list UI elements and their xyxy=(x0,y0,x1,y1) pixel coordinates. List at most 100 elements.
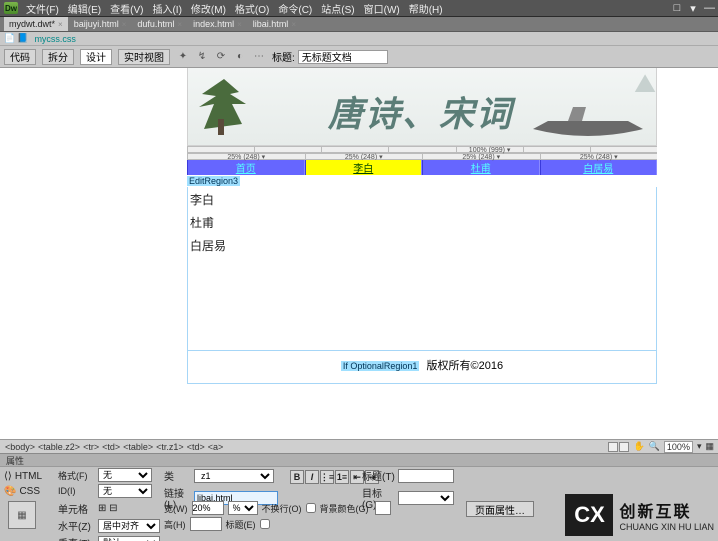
zoom-value[interactable]: 100% xyxy=(664,441,693,453)
nav-icon[interactable]: ↯ xyxy=(195,51,209,62)
title-right: □ ▾ — xyxy=(672,2,714,15)
menu-modify[interactable]: 修改(M) xyxy=(191,1,226,16)
target-select[interactable] xyxy=(398,491,454,505)
toolbar-icons: ✦ ↯ ⟳ ◐ ⋯ xyxy=(176,51,266,62)
doc-title-field: 标题: xyxy=(272,49,388,64)
source-icon[interactable]: 📄 xyxy=(4,33,15,44)
view-code-button[interactable]: 代码 xyxy=(4,49,36,65)
nav-baijuyi[interactable]: 白居易 xyxy=(540,160,658,175)
bg-label: 背景颜色(G) xyxy=(320,502,369,515)
linked-file[interactable]: mycss.css xyxy=(34,34,76,44)
menu-insert[interactable]: 插入(I) xyxy=(152,1,181,16)
zoom-icon[interactable]: 🔍 xyxy=(649,441,660,452)
col-ruler: 25% (248) ▾25% (248) ▾25% (248) ▾25% (24… xyxy=(187,153,657,160)
properties-title[interactable]: 属性 xyxy=(0,454,718,467)
top-ruler: 100% (999) ▾ xyxy=(187,146,657,153)
nowrap-label: 不换行(O) xyxy=(262,502,302,515)
menu-help[interactable]: 帮助(H) xyxy=(409,1,443,16)
mode-css[interactable]: 🎨 CSS xyxy=(4,484,52,499)
cx-badge: CX xyxy=(565,494,613,536)
menu-view[interactable]: 查看(V) xyxy=(110,1,143,16)
bold-button[interactable]: B xyxy=(290,470,304,484)
vert-label: 垂直(T) xyxy=(58,535,94,541)
view-design-button[interactable]: 设计 xyxy=(80,49,112,65)
doc-tab-index[interactable]: index.html× xyxy=(188,17,247,31)
dw-logo: Dw xyxy=(4,2,18,14)
nowrap-checkbox[interactable] xyxy=(306,503,316,513)
close-icon[interactable]: × xyxy=(122,20,127,29)
ul-button[interactable]: ⋮≡ xyxy=(320,470,334,484)
linked-files-bar: 📄 📘 mycss.css xyxy=(0,32,718,46)
boat-graphic xyxy=(528,101,648,141)
width-input[interactable] xyxy=(192,501,224,515)
close-icon[interactable]: × xyxy=(177,20,182,29)
editable-region[interactable]: 李白 杜甫 白居易 xyxy=(187,187,657,351)
horz-select[interactable]: 居中对齐 xyxy=(98,519,160,533)
dropdown-icon[interactable]: ▾ xyxy=(697,441,702,452)
refresh-icon[interactable]: ⟳ xyxy=(214,51,228,62)
menu-format[interactable]: 格式(O) xyxy=(235,1,269,16)
select-tool[interactable] xyxy=(608,442,629,452)
menu-window[interactable]: 窗口(W) xyxy=(364,1,400,16)
menu-site[interactable]: 站点(S) xyxy=(321,1,354,16)
vert-select[interactable]: 默认 xyxy=(98,536,160,541)
mountain-graphic: ⛰ xyxy=(634,68,656,100)
width-unit[interactable]: % xyxy=(228,501,258,515)
doc-tab-dufu[interactable]: dufu.html× xyxy=(132,17,187,31)
doc-toolbar: 代码 拆分 设计 实时视图 ✦ ↯ ⟳ ◐ ⋯ 标题: xyxy=(0,46,718,68)
inspect-icon[interactable]: ✦ xyxy=(176,51,190,62)
minimize-icon[interactable]: — xyxy=(704,2,714,15)
height-input[interactable] xyxy=(190,517,222,531)
split-icon[interactable]: ⊟ xyxy=(109,503,117,514)
width-label: 宽(W) xyxy=(164,502,188,515)
tree-graphic xyxy=(194,74,274,136)
header-checkbox[interactable] xyxy=(260,519,270,529)
banner: 唐诗、宋词 ⛰ xyxy=(187,68,657,146)
design-canvas[interactable]: 唐诗、宋词 ⛰ 100% (999) ▾ 25% (248) ▾25% (248… xyxy=(0,68,718,436)
nav-dufu[interactable]: 杜甫 xyxy=(422,160,540,175)
menu-edit[interactable]: 编辑(E) xyxy=(68,1,101,16)
menu-file[interactable]: 文件(F) xyxy=(26,1,59,16)
layout-switcher-icon[interactable]: □ xyxy=(672,2,682,15)
bg-color-swatch[interactable] xyxy=(375,501,391,515)
view-live-button[interactable]: 实时视图 xyxy=(118,49,170,65)
doc-tab-baijuyi[interactable]: baijuyi.html× xyxy=(69,17,132,31)
menu-command[interactable]: 命令(C) xyxy=(278,1,312,16)
id-select[interactable]: 无 xyxy=(98,484,152,498)
ol-button[interactable]: 1≡ xyxy=(335,470,349,484)
title-attr-label: 标题(T) xyxy=(362,468,396,483)
italic-button[interactable]: I xyxy=(305,470,319,484)
close-icon[interactable]: × xyxy=(237,20,242,29)
doc-title-input[interactable] xyxy=(298,50,388,64)
hand-icon[interactable]: ✋ xyxy=(633,441,644,452)
title-attr-input[interactable] xyxy=(398,469,454,483)
cell-label: 单元格 xyxy=(58,501,94,516)
watermark-logo: CX 创新互联 CHUANG XIN HU LIAN xyxy=(565,494,714,536)
header-label: 标题(E) xyxy=(226,518,256,531)
tag-selector[interactable]: <body><table.z2><tr><td><table><tr.z1><t… xyxy=(4,442,225,452)
class-select[interactable]: z1 xyxy=(194,469,274,483)
doc-tab-libai[interactable]: libai.html× xyxy=(248,17,301,31)
content-line[interactable]: 李白 xyxy=(190,191,654,208)
nav-libai[interactable]: 李白 xyxy=(305,160,423,175)
format-select[interactable]: 无 xyxy=(98,468,152,482)
page-properties-button[interactable]: 页面属性… xyxy=(466,501,534,517)
linked-icons: 📄 📘 xyxy=(4,33,28,44)
id-label: ID(I) xyxy=(58,486,96,496)
window-size-icon[interactable]: ▦ xyxy=(705,441,714,452)
close-icon[interactable]: × xyxy=(291,20,296,29)
close-icon[interactable]: × xyxy=(58,20,63,29)
view-split-button[interactable]: 拆分 xyxy=(42,49,74,65)
workspace-menu-icon[interactable]: ▾ xyxy=(688,2,698,15)
title-bar: Dw 文件(F) 编辑(E) 查看(V) 插入(I) 修改(M) 格式(O) 命… xyxy=(0,0,718,17)
options-icon[interactable]: ⋯ xyxy=(252,51,266,62)
mode-html[interactable]: ⟨⟩ HTML xyxy=(4,469,52,484)
merge-icon[interactable]: ⊞ xyxy=(98,503,106,514)
css-icon[interactable]: 📘 xyxy=(17,33,28,44)
optional-region-label: If OptionalRegion1 xyxy=(341,361,420,371)
doc-tab-mydwt[interactable]: mydwt.dwt*× xyxy=(4,17,68,31)
content-line[interactable]: 白居易 xyxy=(190,237,654,254)
nav-home[interactable]: 首页 xyxy=(187,160,305,175)
content-line[interactable]: 杜甫 xyxy=(190,214,654,231)
globe-icon[interactable]: ◐ xyxy=(233,51,247,62)
